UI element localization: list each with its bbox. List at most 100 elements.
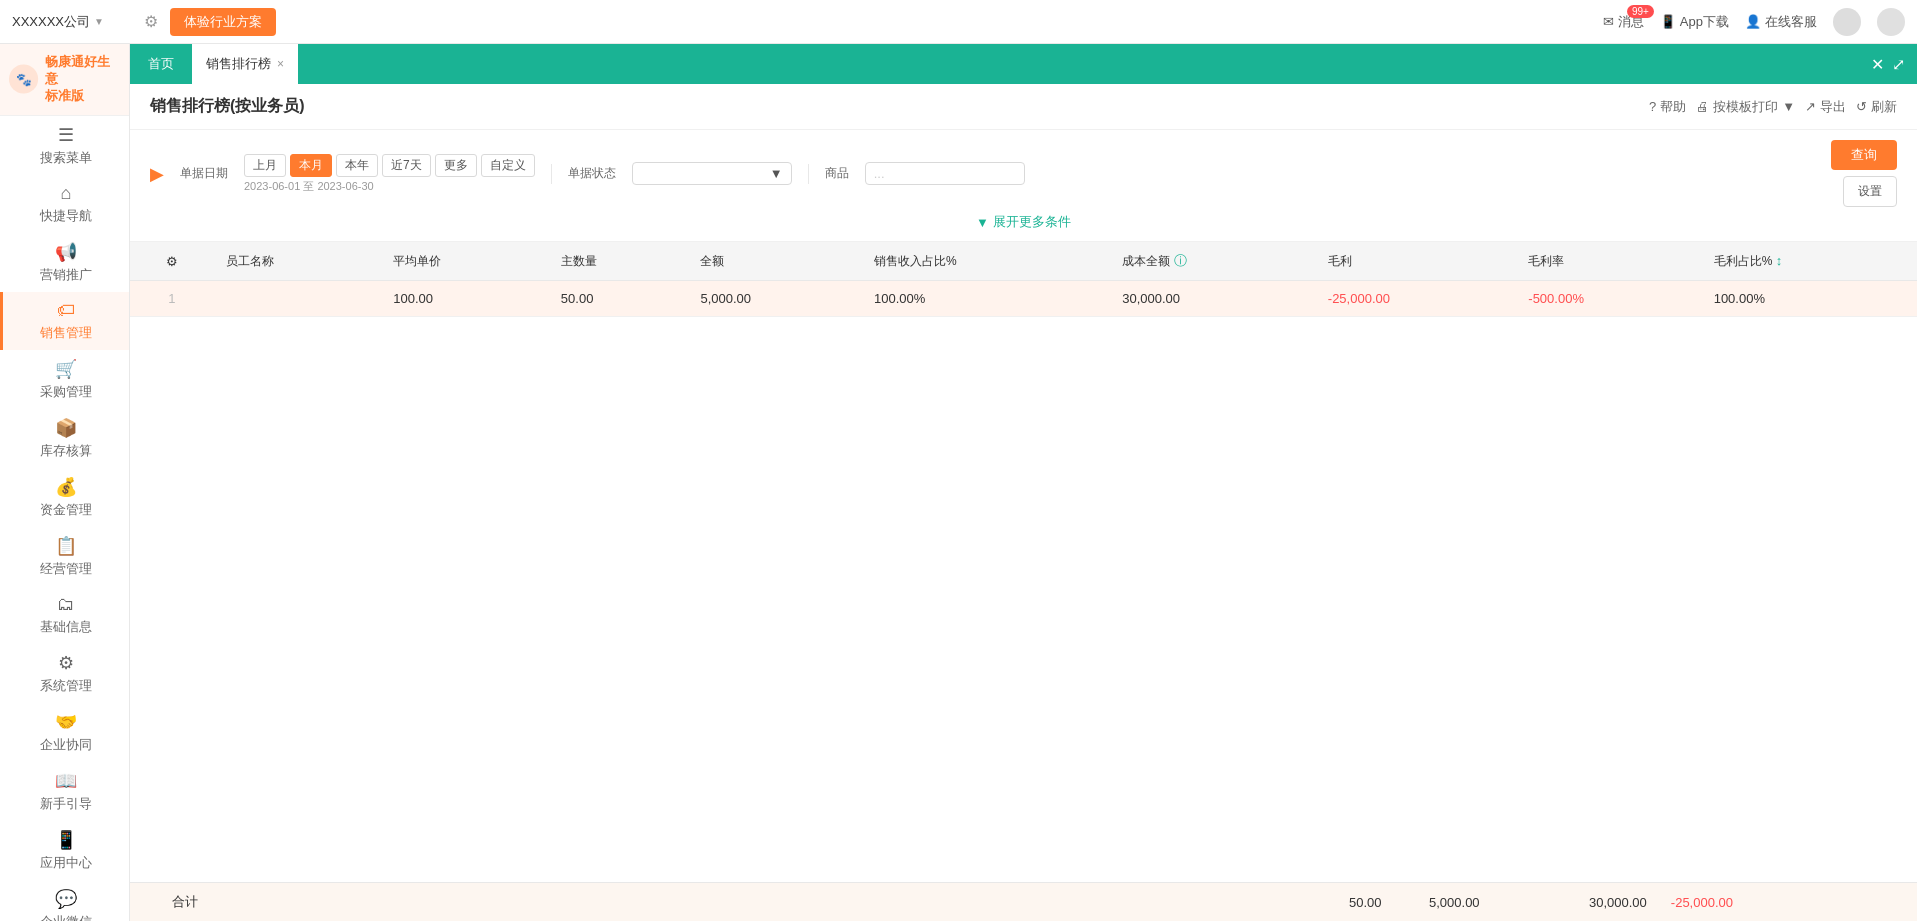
sidebar-item-purchase[interactable]: 🛒 采购管理	[0, 350, 129, 409]
company-settings-icon[interactable]: ⚙	[140, 8, 162, 35]
date-btn-this-month[interactable]: 本月	[290, 154, 332, 177]
sidebar-item-ops-mgmt[interactable]: 📋 经营管理	[0, 527, 129, 586]
page-header: 销售排行榜(按业务员) ? 帮助 🖨 按模板打印 ▼ ↗ 导出 ↺ 刷新	[130, 84, 1917, 130]
page-title: 销售排行榜(按业务员)	[150, 96, 305, 117]
marketing-icon: 📢	[55, 241, 77, 263]
sidebar-item-inventory[interactable]: 📦 库存核算	[0, 409, 129, 468]
table-header: ⚙ 员工名称 平均单价 主数量 全额 销售收入占比% 成本全额 ⓘ 毛利 毛利率…	[130, 242, 1917, 281]
table-body: 1 100.00 50.00 5,000.00 100.00% 30,000.0…	[130, 281, 1917, 317]
date-btn-last-month[interactable]: 上月	[244, 154, 286, 177]
logo-text: 畅康通好生意 标准版	[45, 54, 121, 105]
settings-button[interactable]: 设置	[1843, 176, 1897, 207]
sidebar-item-marketing[interactable]: 📢 营销推广	[0, 233, 129, 292]
sidebar-label-quick-nav: 快捷导航	[40, 207, 92, 225]
sidebar-item-enterprise-wechat[interactable]: 💬 企业微信	[0, 880, 129, 921]
status-filter-label: 单据状态	[568, 165, 616, 182]
sidebar-label-purchase: 采购管理	[40, 383, 92, 401]
enterprise-collab-icon: 🤝	[55, 711, 77, 733]
query-button[interactable]: 查询	[1831, 140, 1897, 170]
footer-cost: 30,000.00	[1577, 895, 1659, 910]
action-buttons: 查询 设置	[1831, 140, 1897, 207]
sidebar-item-sales-mgmt[interactable]: 🏷 销售管理	[0, 292, 129, 350]
help-button[interactable]: ? 帮助	[1649, 98, 1686, 116]
date-btn-more[interactable]: 更多	[435, 154, 477, 177]
tab-bar: 首页 销售排行榜 × ✕ ⤢	[130, 44, 1917, 84]
sidebar-label-app-center: 应用中心	[40, 854, 92, 872]
row-cost: 30,000.00	[1110, 281, 1316, 317]
svg-text:🐾: 🐾	[16, 72, 32, 88]
row-name	[214, 281, 382, 317]
sidebar-item-sys-mgmt[interactable]: ⚙ 系统管理	[0, 644, 129, 703]
date-btn-7days[interactable]: 近7天	[382, 154, 431, 177]
avatar2[interactable]	[1877, 8, 1905, 36]
footer-total-label: 合计	[142, 893, 198, 911]
window-close-icon[interactable]: ✕	[1871, 55, 1884, 74]
sidebar-label-enterprise-collab: 企业协同	[40, 736, 92, 754]
date-btn-custom[interactable]: 自定义	[481, 154, 535, 177]
date-btns: 上月 本月 本年 近7天 更多 自定义	[244, 154, 535, 177]
sidebar-label-guide: 新手引导	[40, 795, 92, 813]
sidebar-item-search-order[interactable]: ☰ 搜索菜单	[0, 116, 129, 175]
purchase-icon: 🛒	[55, 358, 77, 380]
main-layout: 🐾 畅康通好生意 标准版 ☰ 搜索菜单 ⌂ 快捷导航 📢 营销推广 🏷 销售管理…	[0, 44, 1917, 921]
sidebar-item-quick-nav[interactable]: ⌂ 快捷导航	[0, 175, 129, 233]
company-selector[interactable]: XXXXXX公司 ▼	[12, 13, 132, 31]
service-item[interactable]: 👤 在线客服	[1745, 13, 1817, 31]
sidebar-label-sys-mgmt: 系统管理	[40, 677, 92, 695]
trial-button[interactable]: 体验行业方案	[170, 8, 276, 36]
sidebar-label-marketing: 营销推广	[40, 266, 92, 284]
data-table: ⚙ 员工名称 平均单价 主数量 全额 销售收入占比% 成本全额 ⓘ 毛利 毛利率…	[130, 242, 1917, 317]
goods-placeholder: ...	[874, 166, 1016, 181]
table-header-row: ⚙ 员工名称 平均单价 主数量 全额 销售收入占比% 成本全额 ⓘ 毛利 毛利率…	[130, 242, 1917, 281]
sidebar-label-basic-info: 基础信息	[40, 618, 92, 636]
service-label: 在线客服	[1765, 13, 1817, 31]
sidebar-item-guide[interactable]: 📖 新手引导	[0, 762, 129, 821]
filter-expand-arrow[interactable]: ▶	[150, 163, 164, 185]
th-gear[interactable]: ⚙	[130, 242, 214, 281]
enterprise-wechat-icon: 💬	[55, 888, 77, 910]
tab-sales-ranking[interactable]: 销售排行榜 ×	[192, 44, 298, 84]
basic-info-icon: 🗂	[57, 594, 75, 615]
sidebar-item-enterprise-collab[interactable]: 🤝 企业协同	[0, 703, 129, 762]
footer-total: 5,000.00	[1417, 895, 1497, 910]
footer-gross: -25,000.00	[1659, 895, 1745, 910]
top-bar: XXXXXX公司 ▼ ⚙ 体验行业方案 ✉ 消息 99+ 📱 App下载 👤 在…	[0, 0, 1917, 44]
expand-conditions-button[interactable]: ▼ 展开更多条件	[976, 213, 1071, 231]
refresh-button[interactable]: ↺ 刷新	[1856, 98, 1897, 116]
window-expand-icon[interactable]: ⤢	[1892, 55, 1905, 74]
row-total: 5,000.00	[688, 281, 862, 317]
footer-qty: 50.00	[1337, 895, 1417, 910]
sidebar-label-inventory: 库存核算	[40, 442, 92, 460]
row-avg-price: 100.00	[381, 281, 549, 317]
date-range-display: 2023-06-01 至 2023-06-30	[244, 179, 535, 194]
sidebar-item-finance[interactable]: 💰 资金管理	[0, 468, 129, 527]
print-chevron-icon: ▼	[1782, 99, 1795, 114]
sidebar-label-ops-mgmt: 经营管理	[40, 560, 92, 578]
top-right-area: ✉ 消息 99+ 📱 App下载 👤 在线客服	[1603, 8, 1905, 36]
date-filter-label: 单据日期	[180, 165, 228, 182]
expand-chevron-icon: ▼	[976, 215, 989, 230]
tab-home[interactable]: 首页	[130, 44, 192, 84]
print-button[interactable]: 🖨 按模板打印 ▼	[1696, 98, 1795, 116]
logo-icon: 🐾	[8, 63, 39, 95]
tab-close-icon[interactable]: ×	[277, 57, 284, 71]
app-download-item[interactable]: 📱 App下载	[1660, 13, 1729, 31]
gross-ratio-sort-icon[interactable]: ↕	[1776, 253, 1783, 268]
date-btn-this-year[interactable]: 本年	[336, 154, 378, 177]
status-selector[interactable]: ▼	[632, 162, 792, 185]
avatar[interactable]	[1833, 8, 1861, 36]
inventory-icon: 📦	[55, 417, 77, 439]
status-chevron-icon: ▼	[770, 166, 783, 181]
th-sales-ratio: 销售收入占比%	[862, 242, 1110, 281]
sidebar-item-app-center[interactable]: 📱 应用中心	[0, 821, 129, 880]
goods-input[interactable]: ...	[865, 162, 1025, 185]
content-area: 首页 销售排行榜 × ✕ ⤢ 销售排行榜(按业务员) ? 帮助 🖨 按模	[130, 44, 1917, 921]
message-item[interactable]: ✉ 消息 99+	[1603, 13, 1644, 31]
export-button[interactable]: ↗ 导出	[1805, 98, 1846, 116]
table-footer: 合计 50.00 5,000.00 30,000.00 -25,000.00	[130, 882, 1917, 921]
sidebar-item-basic-info[interactable]: 🗂 基础信息	[0, 586, 129, 644]
sidebar-label-search-order: 搜索菜单	[40, 149, 92, 167]
refresh-icon: ↺	[1856, 99, 1867, 114]
table-row: 1 100.00 50.00 5,000.00 100.00% 30,000.0…	[130, 281, 1917, 317]
filter-row-expand: ▼ 展开更多条件	[150, 207, 1897, 231]
